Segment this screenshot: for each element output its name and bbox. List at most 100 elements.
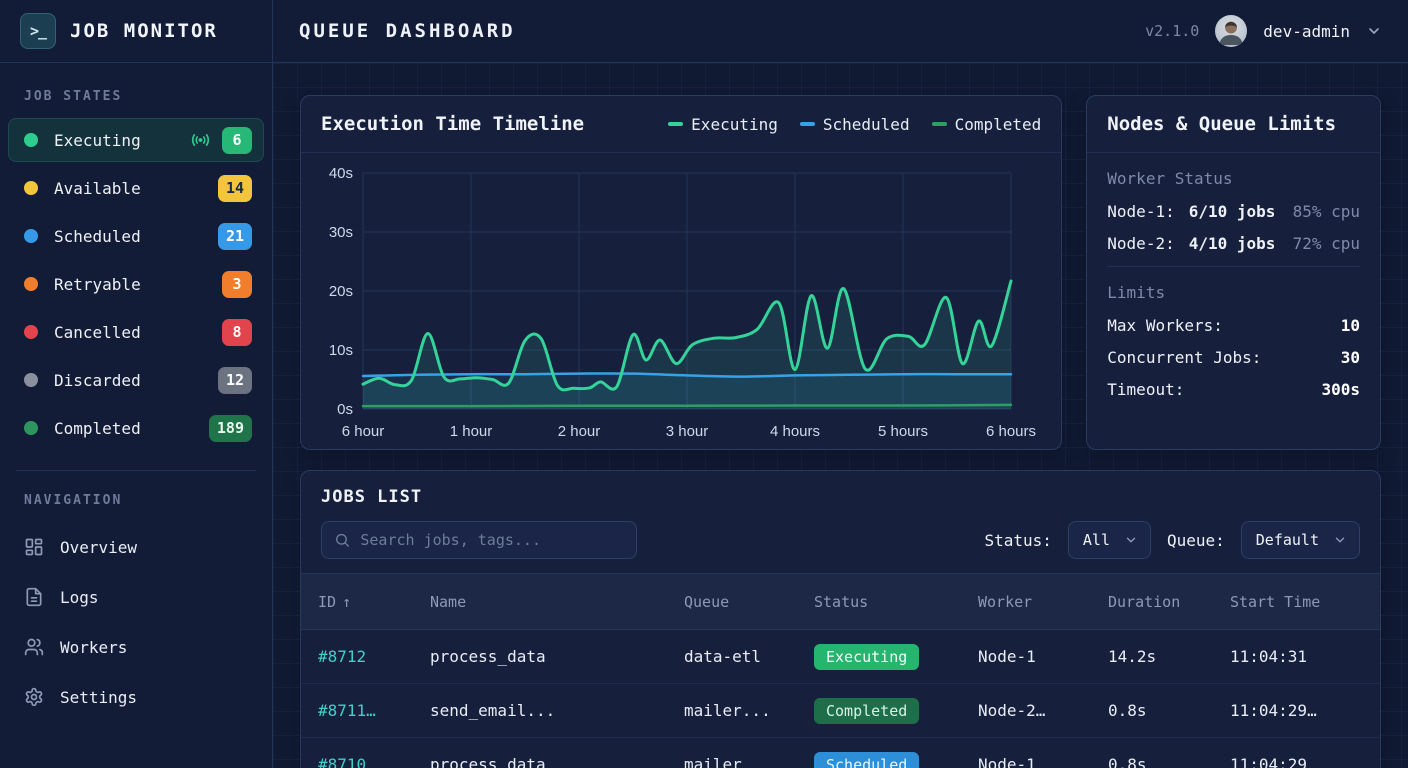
table-row[interactable]: #8710 process_data mailer Scheduled Node… (301, 738, 1380, 768)
job-id-link[interactable]: #8710 (301, 755, 413, 768)
status-badge: Executing (814, 643, 920, 670)
nav-label: Workers (60, 637, 128, 657)
username-label[interactable]: dev-admin (1263, 22, 1350, 41)
worker-name: Node-2: (1107, 234, 1175, 253)
nav-label: Overview (60, 537, 138, 557)
job-worker: Node-1 (978, 755, 1036, 768)
worker-cpu: 72% cpu (1292, 234, 1360, 253)
job-start-time: 11:04:31 (1230, 647, 1308, 666)
column-header-worker[interactable]: Worker (961, 593, 1091, 611)
state-label: Executing (54, 130, 141, 150)
sidebar-item-cancelled[interactable]: Cancelled 8 (8, 310, 264, 354)
job-name: process_data (430, 755, 546, 768)
limit-row-concurrent-jobs: Concurrent Jobs: 30 (1107, 348, 1360, 367)
state-label: Discarded (54, 370, 141, 390)
state-count-badge: 21 (217, 222, 252, 250)
sort-ascending-icon: ↑ (342, 592, 352, 611)
logs-file-icon (26, 587, 42, 607)
worker-cpu: 85% cpu (1292, 202, 1360, 221)
worker-row-node-2: Node-2: 4/10 jobs 72% cpu (1107, 234, 1360, 253)
job-duration: 14.2s (1108, 647, 1157, 666)
sidebar-item-available[interactable]: Available 14 (8, 166, 264, 210)
limit-value: 30 (1340, 348, 1360, 367)
available-dot-icon (24, 181, 38, 195)
table-row[interactable]: #8711… send_email... mailer... Completed… (301, 684, 1380, 738)
limit-value: 10 (1340, 316, 1360, 335)
sidebar-item-workers[interactable]: Workers (8, 622, 264, 672)
state-count-badge: 189 (208, 414, 252, 442)
table-header-row: ID ↑ Name Queue Status Worker Duration St… (301, 573, 1380, 630)
queue-filter-select[interactable]: Default (1240, 521, 1360, 559)
column-header-status[interactable]: Status (797, 593, 961, 611)
sidebar-item-completed[interactable]: Completed 189 (8, 406, 264, 450)
sidebar-item-scheduled[interactable]: Scheduled 21 (8, 214, 264, 258)
state-label: Completed (54, 418, 141, 438)
column-header-id[interactable]: ID ↑ (301, 593, 413, 611)
chart-legend: Executing Scheduled Completed (668, 115, 1041, 134)
status-filter-label: Status: (984, 530, 1052, 550)
column-header-start-time[interactable]: Start Time (1213, 593, 1380, 611)
limit-label: Concurrent Jobs: (1107, 348, 1262, 367)
limit-row-max-workers: Max Workers: 10 (1107, 316, 1360, 335)
column-header-queue[interactable]: Queue (667, 593, 797, 611)
sidebar-item-executing[interactable]: Executing 6 (8, 118, 264, 162)
legend-item-executing: Executing (668, 115, 778, 134)
sidebar-item-logs[interactable]: Logs (8, 572, 264, 622)
limit-label: Max Workers: (1107, 316, 1223, 335)
search-input[interactable] (360, 531, 624, 549)
svg-text:10s: 10s (329, 342, 353, 359)
queue-filter-label: Queue: (1166, 530, 1225, 550)
worker-status-header: Worker Status (1107, 169, 1233, 188)
main-content: Execution Time Timeline Executing Schedu… (273, 63, 1408, 768)
legend-label: Scheduled (822, 114, 910, 134)
sidebar-item-overview[interactable]: Overview (8, 522, 264, 572)
job-id-link[interactable]: #8711… (301, 701, 413, 720)
sidebar-item-retryable[interactable]: Retryable 3 (8, 262, 264, 306)
sidebar-item-settings[interactable]: Settings (8, 672, 264, 722)
limit-label: Timeout: (1107, 380, 1185, 399)
limit-value: 300s (1321, 380, 1360, 399)
state-label: Scheduled (54, 226, 141, 246)
timeline-chart: 0s 10s 20s 30s 40s 6 hour 1 hour 2 hour 3 hour 4 … (301, 153, 1061, 453)
limits-header: Limits (1107, 283, 1166, 302)
job-worker: Node-1 (978, 647, 1036, 666)
status-badge: Scheduled (814, 751, 920, 768)
state-label: Retryable (54, 274, 141, 294)
legend-item-completed: Completed (931, 115, 1041, 134)
nav-label: Settings (60, 687, 138, 707)
svg-text:30s: 30s (329, 224, 353, 241)
worker-jobs: 6/10 jobs (1188, 202, 1276, 221)
svg-text:6 hours: 6 hours (986, 423, 1036, 440)
column-header-duration[interactable]: Duration (1091, 593, 1213, 611)
worker-name: Node-1: (1107, 202, 1175, 221)
completed-dot-icon (24, 421, 38, 435)
brand-area: >_ JOB MONITOR (0, 0, 273, 63)
column-header-name[interactable]: Name (413, 593, 667, 611)
sidebar: JOB STATES Executing 6 Available 14 Sche… (0, 63, 273, 768)
job-queue: mailer... (684, 701, 771, 720)
state-count-badge: 8 (222, 318, 252, 346)
executing-dot-icon (24, 133, 38, 147)
status-badge: Completed (814, 697, 920, 724)
version-label: v2.1.0 (1145, 22, 1200, 40)
svg-text:2 hour: 2 hour (558, 423, 601, 440)
search-icon (336, 533, 349, 547)
table-row[interactable]: #8712 process_data data-etl Executing No… (301, 630, 1380, 684)
live-broadcast-icon (189, 132, 212, 148)
svg-text:40s: 40s (329, 165, 353, 182)
job-queue: data-etl (684, 647, 762, 666)
app-brand: JOB MONITOR (70, 20, 218, 42)
sidebar-item-discarded[interactable]: Discarded 12 (8, 358, 264, 402)
svg-text:5 hours: 5 hours (878, 423, 928, 440)
nav-label: Logs (60, 587, 99, 607)
navigation-header: NAVIGATION (24, 493, 123, 508)
user-menu-chevron-down-icon[interactable] (1366, 23, 1382, 39)
job-id-link[interactable]: #8712 (301, 647, 413, 666)
jobs-search[interactable] (321, 521, 637, 559)
jobs-table: ID ↑ Name Queue Status Worker Duration St… (301, 573, 1380, 768)
execution-timeline-card: Execution Time Timeline Executing Schedu… (300, 95, 1063, 453)
jobs-list-card: JOBS LIST Status: All Queue: (300, 470, 1381, 768)
user-avatar[interactable] (1215, 15, 1248, 47)
retryable-dot-icon (24, 277, 38, 291)
status-filter-select[interactable]: All (1067, 521, 1151, 559)
